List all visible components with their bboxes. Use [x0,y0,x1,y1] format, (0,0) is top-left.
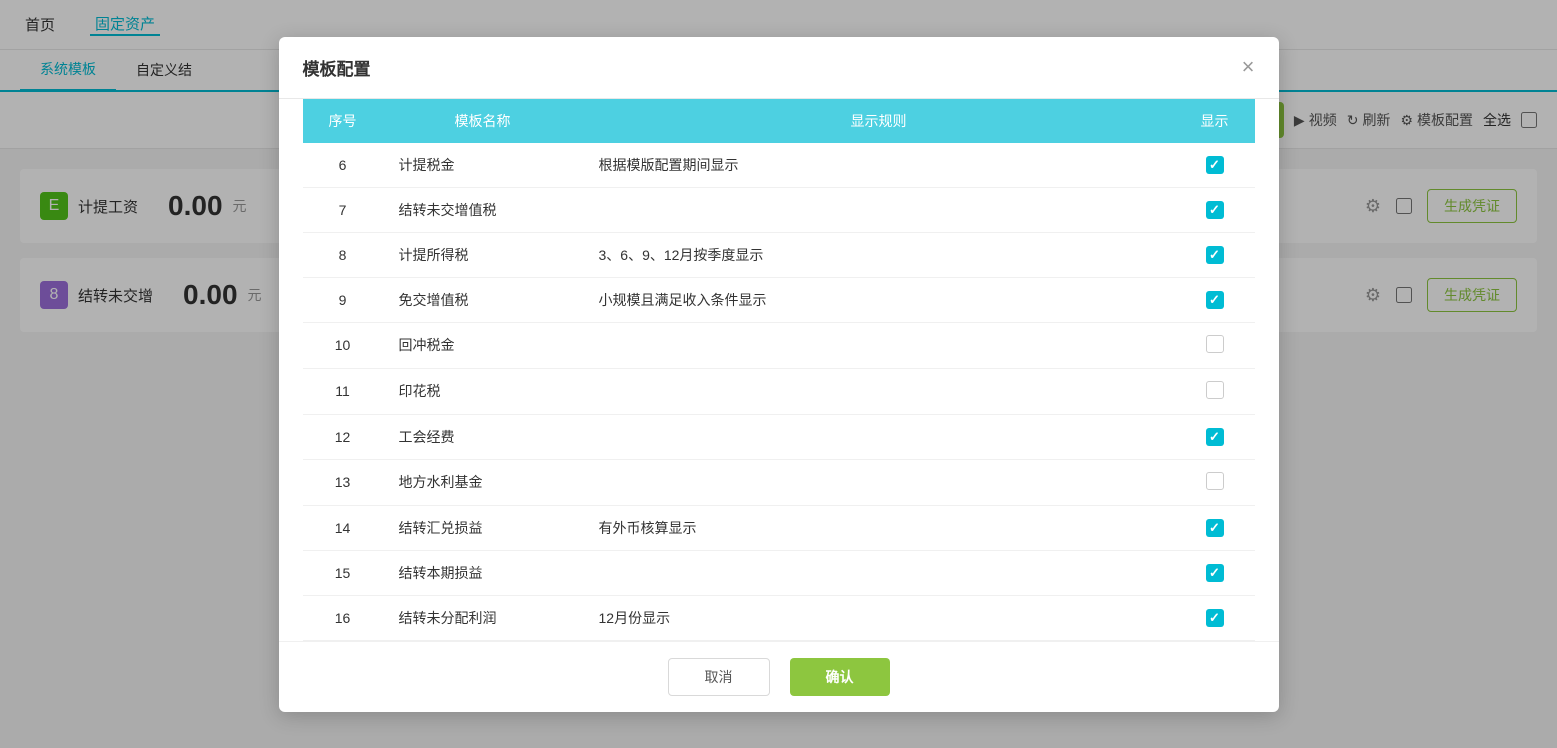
cell-show[interactable] [1175,322,1255,368]
cell-name: 计提所得税 [383,232,583,277]
table-row: 9免交增值税小规模且满足收入条件显示 [303,277,1255,322]
col-name: 模板名称 [383,99,583,143]
cell-show[interactable] [1175,505,1255,550]
cell-seq: 10 [303,322,383,368]
cell-name: 结转未分配利润 [383,595,583,640]
cell-rule: 3、6、9、12月按季度显示 [583,232,1175,277]
cell-name: 印花税 [383,368,583,414]
cell-seq: 12 [303,414,383,459]
cell-name: 回冲税金 [383,322,583,368]
cell-seq: 9 [303,277,383,322]
table-row: 15结转本期损益 [303,550,1255,595]
show-checkbox-1[interactable] [1206,201,1224,219]
cell-name: 结转未交增值税 [383,187,583,232]
cell-show[interactable] [1175,459,1255,505]
cell-name: 结转本期损益 [383,550,583,595]
config-table: 序号 模板名称 显示规则 显示 6计提税金根据模版配置期间显示7结转未交增值税8… [303,99,1255,641]
col-show: 显示 [1175,99,1255,143]
cell-show[interactable] [1175,232,1255,277]
cell-rule [583,550,1175,595]
cell-name: 工会经费 [383,414,583,459]
col-rule: 显示规则 [583,99,1175,143]
cell-show[interactable] [1175,550,1255,595]
show-checkbox-4[interactable] [1206,335,1224,353]
modal-title: 模板配置 [303,55,371,80]
table-row: 6计提税金根据模版配置期间显示 [303,143,1255,188]
cancel-button[interactable]: 取消 [668,658,770,696]
cell-show[interactable] [1175,368,1255,414]
table-row: 12工会经费 [303,414,1255,459]
modal-header: 模板配置 × [279,37,1279,99]
cell-rule [583,187,1175,232]
show-checkbox-0[interactable] [1206,156,1224,174]
modal-template-config: 模板配置 × 序号 模板名称 显示规则 显示 6计提税金根据模版配置期间显示7结… [279,37,1279,712]
show-checkbox-7[interactable] [1206,472,1224,490]
modal-close-button[interactable]: × [1242,56,1255,78]
table-row: 16结转未分配利润12月份显示 [303,595,1255,640]
show-checkbox-6[interactable] [1206,428,1224,446]
cell-seq: 7 [303,187,383,232]
show-checkbox-9[interactable] [1206,564,1224,582]
cell-seq: 6 [303,143,383,188]
show-checkbox-2[interactable] [1206,246,1224,264]
modal-footer: 取消 确认 [279,641,1279,712]
cell-name: 免交增值税 [383,277,583,322]
table-row: 14结转汇兑损益有外币核算显示 [303,505,1255,550]
col-seq: 序号 [303,99,383,143]
cell-show[interactable] [1175,187,1255,232]
cell-seq: 8 [303,232,383,277]
table-header: 序号 模板名称 显示规则 显示 [303,99,1255,143]
table-row: 7结转未交增值税 [303,187,1255,232]
cell-seq: 16 [303,595,383,640]
cell-rule [583,414,1175,459]
cell-rule [583,368,1175,414]
cell-name: 计提税金 [383,143,583,188]
modal-overlay: 模板配置 × 序号 模板名称 显示规则 显示 6计提税金根据模版配置期间显示7结… [0,0,1557,748]
table-row: 8计提所得税3、6、9、12月按季度显示 [303,232,1255,277]
cell-name: 地方水利基金 [383,459,583,505]
modal-body: 序号 模板名称 显示规则 显示 6计提税金根据模版配置期间显示7结转未交增值税8… [279,99,1279,641]
cell-name: 结转汇兑损益 [383,505,583,550]
table-row: 10回冲税金 [303,322,1255,368]
cell-seq: 13 [303,459,383,505]
table-row: 11印花税 [303,368,1255,414]
confirm-button[interactable]: 确认 [790,658,890,696]
cell-seq: 11 [303,368,383,414]
show-checkbox-8[interactable] [1206,519,1224,537]
cell-seq: 15 [303,550,383,595]
cell-rule: 12月份显示 [583,595,1175,640]
show-checkbox-10[interactable] [1206,609,1224,627]
show-checkbox-3[interactable] [1206,291,1224,309]
show-checkbox-5[interactable] [1206,381,1224,399]
cell-show[interactable] [1175,277,1255,322]
cell-rule [583,459,1175,505]
cell-show[interactable] [1175,414,1255,459]
cell-rule [583,322,1175,368]
table-row: 13地方水利基金 [303,459,1255,505]
cell-seq: 14 [303,505,383,550]
table-body: 6计提税金根据模版配置期间显示7结转未交增值税8计提所得税3、6、9、12月按季… [303,143,1255,641]
cell-rule: 根据模版配置期间显示 [583,143,1175,188]
cell-show[interactable] [1175,143,1255,188]
cell-rule: 有外币核算显示 [583,505,1175,550]
cell-rule: 小规模且满足收入条件显示 [583,277,1175,322]
cell-show[interactable] [1175,595,1255,640]
